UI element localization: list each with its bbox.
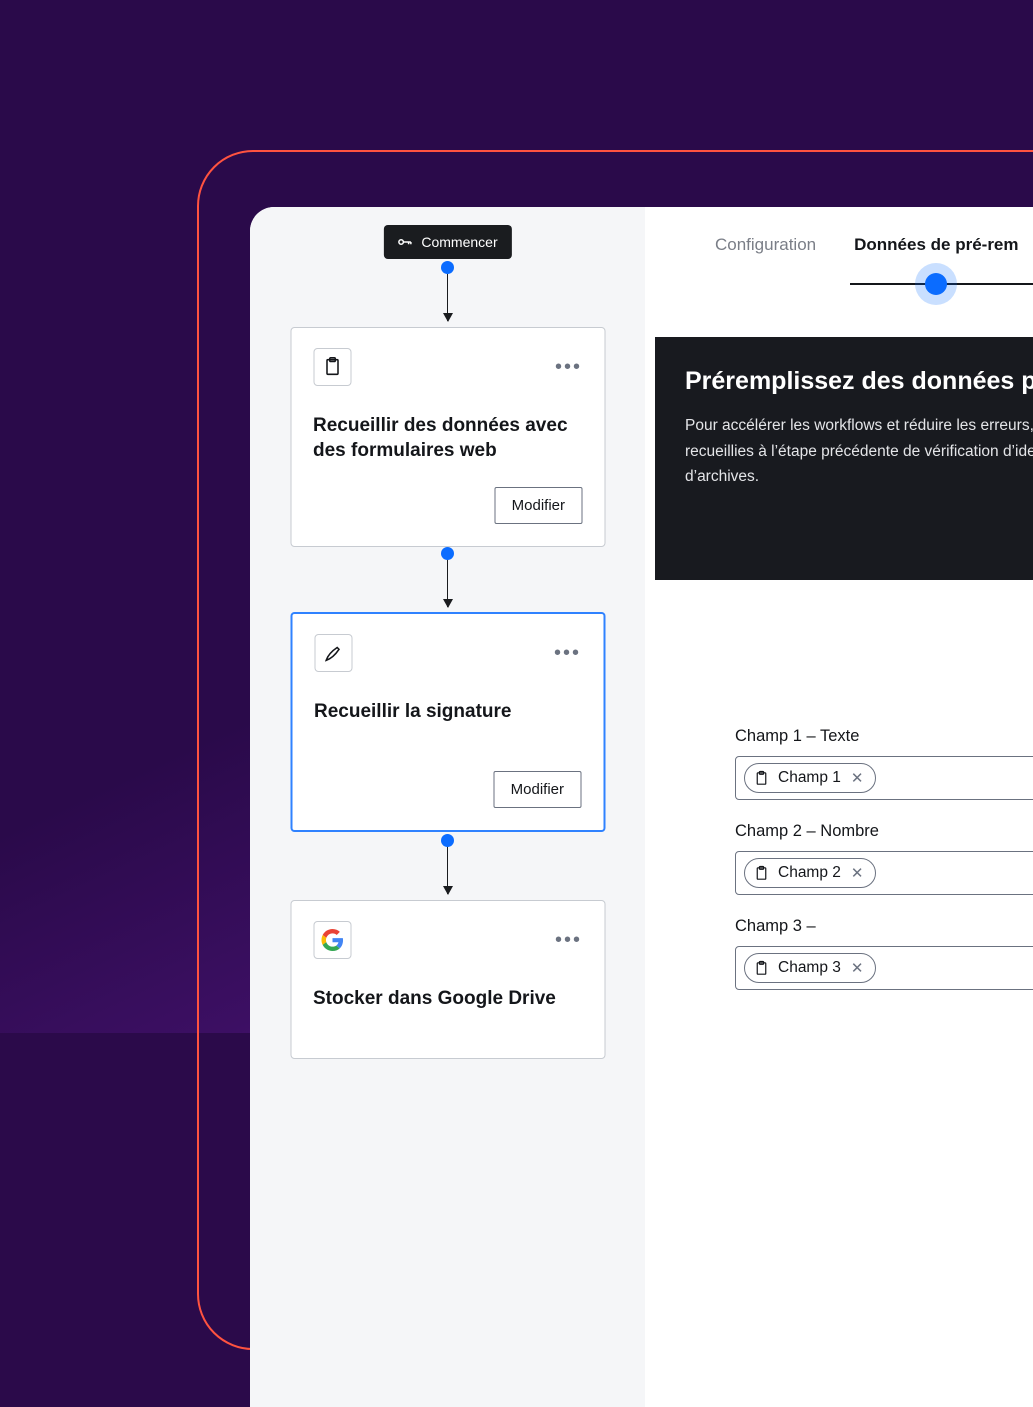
field-chip[interactable]: Champ 1 ✕ xyxy=(744,763,876,793)
popover-heading: Préremplissez des données pour accélérer… xyxy=(685,365,1033,397)
field-row: Champ 1 – Texte Champ 1 ✕ xyxy=(735,727,1033,800)
field-label: Champ 3 – xyxy=(735,917,1033,936)
config-panel: Configuration Données de pré-rem Préremp… xyxy=(645,207,1033,1407)
key-icon xyxy=(395,233,413,251)
edit-button[interactable]: Modifier xyxy=(494,771,581,808)
remove-chip-icon[interactable]: ✕ xyxy=(849,769,866,787)
workflow-connector xyxy=(447,268,448,321)
prefill-tip-popover: Préremplissez des données pour accélérer… xyxy=(655,337,1033,580)
connector-arrow-icon xyxy=(443,886,453,895)
field-chip-label: Champ 1 xyxy=(778,769,841,787)
more-icon[interactable]: ••• xyxy=(554,642,581,665)
workflow-connector xyxy=(447,841,448,894)
field-chip[interactable]: Champ 2 ✕ xyxy=(744,858,876,888)
google-icon xyxy=(313,921,351,959)
workflow-connector xyxy=(447,554,448,607)
field-input[interactable]: Champ 1 ✕ xyxy=(735,756,1033,800)
clipboard-icon xyxy=(753,770,770,787)
tab-indicator-dot-icon xyxy=(925,273,947,295)
workflow-node-title: Recueillir des données avec des formulai… xyxy=(313,414,582,463)
workflow-node-gdrive[interactable]: ••• Stocker dans Google Drive xyxy=(290,900,605,1059)
workflow-node-title: Stocker dans Google Drive xyxy=(313,987,582,1012)
config-tabs: Configuration Données de pré-rem xyxy=(645,207,1033,255)
connector-dot-icon xyxy=(441,834,454,847)
connector-dot-icon xyxy=(441,547,454,560)
field-chip[interactable]: Champ 3 ✕ xyxy=(744,953,876,983)
connector-arrow-icon xyxy=(443,599,453,608)
field-label: Champ 1 – Texte xyxy=(735,727,1033,746)
field-row: Champ 3 – Champ 3 ✕ xyxy=(735,917,1033,990)
popover-body: Pour accélérer les workflows et réduire … xyxy=(685,413,1033,490)
app-window: Commencer ••• Recueillir des données ave… xyxy=(250,207,1033,1407)
connector-dot-icon xyxy=(441,261,454,274)
workflow-node-title: Recueillir la signature xyxy=(314,700,581,725)
pen-icon xyxy=(314,634,352,672)
clipboard-icon xyxy=(313,348,351,386)
workflow-start-label: Commencer xyxy=(421,234,497,250)
remove-chip-icon[interactable]: ✕ xyxy=(849,959,866,977)
field-row: Champ 2 – Nombre Champ 2 ✕ xyxy=(735,822,1033,895)
workflow-node-webform[interactable]: ••• Recueillir des données avec des form… xyxy=(290,327,605,547)
more-icon[interactable]: ••• xyxy=(555,929,582,952)
field-chip-label: Champ 3 xyxy=(778,959,841,977)
tab-prefill[interactable]: Données de pré-rem xyxy=(854,235,1018,255)
workflow-canvas: Commencer ••• Recueillir des données ave… xyxy=(250,207,645,1407)
clipboard-icon xyxy=(753,960,770,977)
field-mapping-list: Champ 1 – Texte Champ 1 ✕ Champ 2 – Nomb… xyxy=(735,727,1033,1012)
clipboard-icon xyxy=(753,865,770,882)
workflow-node-signature[interactable]: ••• Recueillir la signature Modifier xyxy=(290,612,605,832)
field-input[interactable]: Champ 2 ✕ xyxy=(735,851,1033,895)
workflow-start-chip[interactable]: Commencer xyxy=(383,225,511,259)
connector-arrow-icon xyxy=(443,313,453,322)
remove-chip-icon[interactable]: ✕ xyxy=(849,864,866,882)
more-icon[interactable]: ••• xyxy=(555,356,582,379)
field-input[interactable]: Champ 3 ✕ xyxy=(735,946,1033,990)
edit-button[interactable]: Modifier xyxy=(495,487,582,524)
tab-configuration[interactable]: Configuration xyxy=(715,235,816,255)
field-label: Champ 2 – Nombre xyxy=(735,822,1033,841)
field-chip-label: Champ 2 xyxy=(778,864,841,882)
